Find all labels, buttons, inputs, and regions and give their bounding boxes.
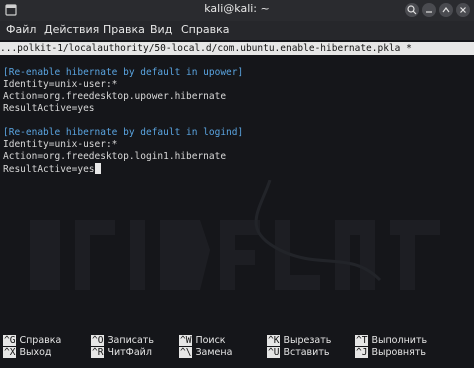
shortcut-replace[interactable]: ^\ Замена: [179, 347, 232, 358]
text-cursor: [94, 163, 101, 174]
editor-line-10-row: ResultActive=yes: [3, 163, 101, 176]
title-bar: kali@kali: ~: [0, 0, 474, 21]
shortcut-write[interactable]: ^O Записать: [91, 335, 154, 346]
menu-view[interactable]: Вид: [150, 23, 172, 36]
shortcut-key: ^K: [267, 335, 281, 346]
shortcut-label: ЧитФайл: [107, 347, 152, 358]
shortcut-label: Замена: [195, 347, 233, 358]
shortcut-exit[interactable]: ^X Выход: [3, 347, 51, 358]
editor-line-3: Identity=unix-user:*: [3, 79, 118, 90]
menu-edit[interactable]: Правка: [103, 23, 145, 36]
shortcut-key: ^\: [179, 347, 193, 358]
shortcut-execute[interactable]: ^T Выполнить: [355, 335, 427, 346]
menu-actions[interactable]: Действия: [44, 23, 99, 36]
shortcut-bar: ^G Справка ^O Записать ^W Поиск ^K Вырезать …: [0, 328, 474, 368]
shortcut-label: Справка: [19, 335, 62, 346]
shortcut-key: ^T: [355, 335, 369, 346]
shortcut-label: Выровнять: [371, 347, 426, 358]
shortcut-label: Вставить: [283, 347, 330, 358]
menu-help[interactable]: Справка: [181, 23, 229, 36]
shortcut-label: Поиск: [195, 335, 226, 346]
menu-bar: Файл Действия Правка Вид Справка: [0, 21, 474, 40]
shortcut-justify[interactable]: ^J Выровнять: [355, 347, 426, 358]
editor-line-5: ResultActive=yes: [3, 103, 95, 114]
shortcut-key: ^O: [91, 335, 105, 346]
shortcut-key: ^X: [3, 347, 17, 358]
shortcut-key: ^W: [179, 335, 193, 346]
menu-file[interactable]: Файл: [6, 23, 36, 36]
shortcut-search[interactable]: ^W Поиск: [179, 335, 226, 346]
terminal-area[interactable]: ...polkit-1/localauthority/50-local.d/co…: [0, 40, 474, 328]
editor-line-7: [Re-enable hibernate by default in login…: [3, 127, 244, 138]
shortcut-label: Записать: [107, 335, 154, 346]
shortcut-label: Выполнить: [371, 335, 428, 346]
editor-line-2: [Re-enable hibernate by default in upowe…: [3, 67, 244, 78]
editor-line-9: Action=org.freedesktop.login1.hibernate: [3, 151, 227, 162]
minimize-icon[interactable]: [422, 3, 436, 17]
kali-dragon-watermark: [30, 180, 440, 290]
shortcut-cut[interactable]: ^K Вырезать: [267, 335, 331, 346]
search-icon[interactable]: [405, 3, 419, 17]
window-title: kali@kali: ~: [204, 2, 270, 15]
file-path-bar: ...polkit-1/localauthority/50-local.d/co…: [0, 42, 474, 55]
editor-line-8: Identity=unix-user:*: [3, 139, 118, 150]
shortcut-label: Вырезать: [283, 335, 332, 346]
shortcut-key: ^R: [91, 347, 105, 358]
shortcut-read-file[interactable]: ^R ЧитФайл: [91, 347, 152, 358]
editor-line-10: ResultActive=yes: [3, 164, 95, 175]
shortcut-paste[interactable]: ^U Вставить: [267, 347, 329, 358]
editor-line-4: Action=org.freedesktop.upower.hibernate: [3, 91, 227, 102]
shortcut-key: ^J: [355, 347, 369, 358]
close-icon[interactable]: [456, 3, 470, 17]
shortcut-label: Выход: [19, 347, 52, 358]
shortcut-key: ^G: [3, 335, 17, 346]
shortcut-help[interactable]: ^G Справка: [3, 335, 61, 346]
maximize-icon[interactable]: [439, 3, 453, 17]
shortcut-key: ^U: [267, 347, 281, 358]
